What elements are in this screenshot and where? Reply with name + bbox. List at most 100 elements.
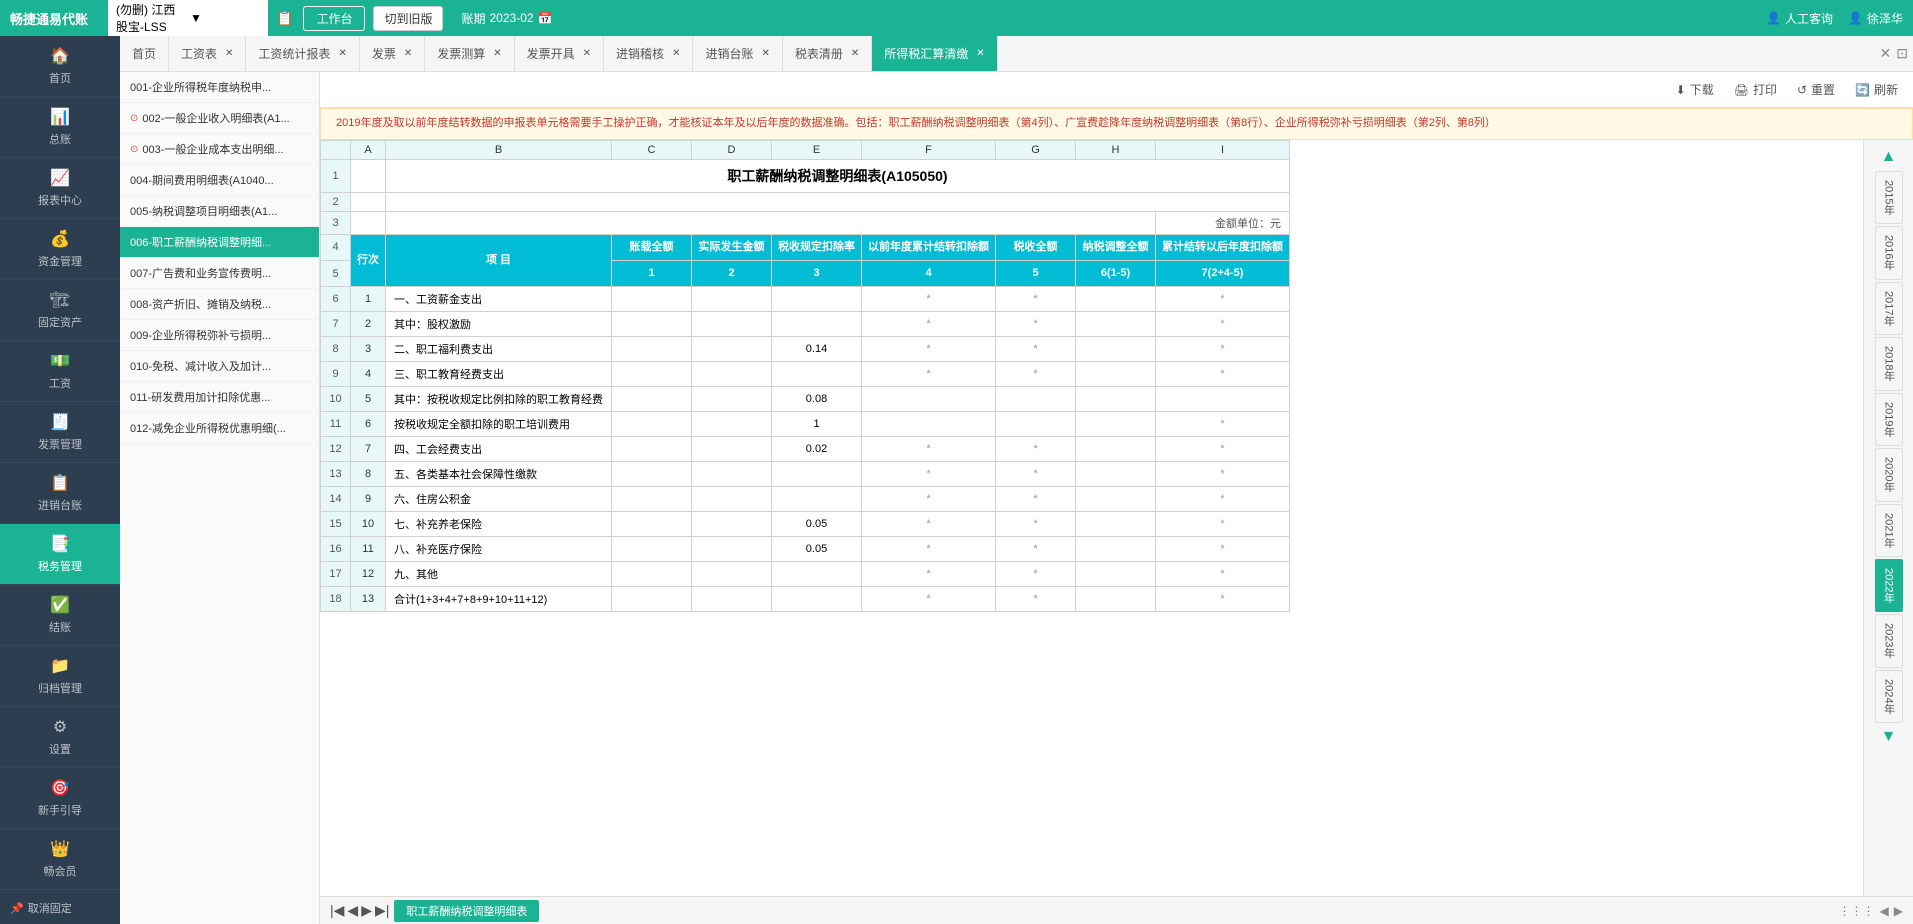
bottom-nav-first[interactable]: |◀ (330, 902, 344, 919)
bottom-nav-last[interactable]: ▶| (375, 902, 389, 919)
tab-income-tax[interactable]: 所得税汇算清缴✕ (872, 36, 997, 72)
col-header-A: A (351, 140, 386, 159)
tab-home[interactable]: 首页 (120, 36, 169, 72)
tab-purchase-verify[interactable]: 进销稽核✕ (604, 36, 693, 72)
tab-close-invoice-open[interactable]: ✕ (583, 48, 591, 59)
file-item-002[interactable]: ⊙002-一般企业收入明细表(A1... (120, 103, 319, 134)
tab-close-income-tax[interactable]: ✕ (976, 48, 984, 59)
table-row: 16 11 八、补充医疗保险 0.05 * * * (321, 537, 1290, 562)
tab-salary-report[interactable]: 工资统计报表✕ (246, 36, 359, 72)
tax-mgmt-icon: 📑 (50, 534, 70, 554)
year-item-2024[interactable]: 2024年 (1875, 670, 1903, 723)
tab-invoice-calc[interactable]: 发票测算✕ (425, 36, 514, 72)
sidebar-label-invoice-mgmt: 发票管理 (38, 436, 82, 452)
sidebar-item-member[interactable]: 👑畅会员 (0, 829, 120, 890)
sheet-options-icon[interactable]: ⋮⋮⋮ (1839, 904, 1875, 918)
guide-icon: 🎯 (50, 778, 70, 798)
sidebar-item-invoice-mgmt[interactable]: 🧾发票管理 (0, 402, 120, 463)
sidebar-item-home[interactable]: 🏠首页 (0, 36, 120, 97)
company-selector[interactable]: (勿删) 江西股宝-LSS ▼ (108, 0, 268, 38)
file-item-010[interactable]: 010-免税、减计收入及加计... (120, 351, 319, 382)
file-item-007[interactable]: 007-广告费和业务宣传费明... (120, 258, 319, 289)
file-item-005[interactable]: 005-纳税调整项目明细表(A1... (120, 196, 319, 227)
bottom-nav: |◀ ◀ ▶ ▶| (330, 902, 389, 919)
file-item-012[interactable]: 012-减免企业所得税优惠明细(... (120, 413, 319, 444)
sidebar-item-closing[interactable]: ✅结账 (0, 585, 120, 646)
tab-maximize-icon[interactable]: ⊡ (1896, 45, 1908, 62)
sidebar-label-guide: 新手引导 (38, 802, 82, 818)
year-up-button[interactable]: ▲ (1878, 145, 1900, 169)
home-icon: 🏠 (50, 46, 70, 66)
col-header-E: E (772, 140, 862, 159)
download-button[interactable]: ⬇ 下载 (1676, 81, 1714, 98)
tab-close-salary-report[interactable]: ✕ (338, 48, 346, 59)
file-item-006[interactable]: 006-职工薪酬纳税调整明细... (120, 227, 319, 258)
sidebar-item-settings[interactable]: ⚙设置 (0, 707, 120, 768)
bottom-tab-active[interactable]: 职工薪酬纳税调整明细表 (394, 900, 539, 922)
sales-ledger-icon: 📋 (50, 473, 70, 493)
bottom-nav-next[interactable]: ▶ (361, 902, 372, 919)
tab-close-purchase-verify[interactable]: ✕ (672, 48, 680, 59)
tab-close-invoice-calc[interactable]: ✕ (493, 48, 501, 59)
tabs-right: ✕ ⊡ (1880, 45, 1913, 62)
bottom-nav-prev[interactable]: ◀ (347, 902, 358, 919)
sidebar-item-sales-ledger[interactable]: 📋进销台账 (0, 463, 120, 524)
support-button[interactable]: 👤 人工客询 (1766, 10, 1833, 27)
year-down-button[interactable]: ▼ (1878, 725, 1900, 749)
print-button[interactable]: 🖨 打印 (1734, 81, 1777, 98)
switch-old-button[interactable]: 切到旧版 (373, 6, 443, 31)
file-item-004[interactable]: 004-期间费用明细表(A1040... (120, 165, 319, 196)
year-item-2018[interactable]: 2018年 (1875, 337, 1903, 390)
sidebar-item-guide[interactable]: 🎯 新手引导 (0, 768, 120, 829)
file-item-011[interactable]: 011-研发费用加计扣除优惠... (120, 382, 319, 413)
report-icon: 📈 (50, 168, 70, 188)
sidebar-item-fixed-assets[interactable]: 🏗固定资产 (0, 280, 120, 341)
sidebar-item-archive[interactable]: 📁归档管理 (0, 646, 120, 707)
sidebar-item-tax-mgmt[interactable]: 📑税务管理 (0, 524, 120, 585)
spreadsheet-container[interactable]: A B C D E F G H I (320, 140, 1863, 896)
tab-close-purchase-ledger[interactable]: ✕ (761, 48, 769, 59)
sidebar-item-assets-mgmt[interactable]: 💰资金管理 (0, 219, 120, 280)
file-item-009[interactable]: 009-企业所得税弥补亏损明... (120, 320, 319, 351)
file-item-008[interactable]: 008-资产折旧、摊销及纳税... (120, 289, 319, 320)
header-col3: 税收规定扣除率 (772, 234, 862, 260)
reset-button[interactable]: ↺ 重置 (1797, 81, 1835, 98)
tab-invoice[interactable]: 发票✕ (360, 36, 425, 72)
file-item-003[interactable]: ⊙003-一般企业成本支出明细... (120, 134, 319, 165)
year-item-2020[interactable]: 2020年 (1875, 448, 1903, 501)
calendar-icon[interactable]: 📋 (276, 10, 293, 27)
user-button[interactable]: 👤 徐泽华 (1848, 10, 1903, 27)
year-item-2023[interactable]: 2023年 (1875, 614, 1903, 667)
workspace-button[interactable]: 工作台 (303, 6, 365, 31)
sidebar-item-salary[interactable]: 💵工资 (0, 341, 120, 402)
year-item-2016[interactable]: 2016年 (1875, 226, 1903, 279)
tab-close-all-icon[interactable]: ✕ (1880, 45, 1892, 62)
cancel-fixed-button[interactable]: 📌 取消固定 (0, 892, 120, 924)
scroll-right-btn[interactable]: ▶ (1894, 904, 1903, 918)
year-item-2021[interactable]: 2021年 (1875, 504, 1903, 557)
sidebar-item-report[interactable]: 📈报表中心 (0, 158, 120, 219)
sidebar-item-ledger[interactable]: 📊总账 (0, 97, 120, 158)
refresh-button[interactable]: 🔄 刷新 (1855, 81, 1898, 98)
tab-close-tax-clear[interactable]: ✕ (851, 48, 859, 59)
tab-purchase-ledger[interactable]: 进销台账✕ (693, 36, 782, 72)
year-item-2022[interactable]: 2022年 (1875, 559, 1903, 612)
warning-text: 2019年度及取以前年度结转数据的申报表单元格需要手工操护正确，才能核证本年及以… (336, 117, 1496, 129)
tab-invoice-open[interactable]: 发票开具✕ (515, 36, 604, 72)
tab-tax-clear[interactable]: 税表清册✕ (783, 36, 872, 72)
file-label-004: 004-期间费用明细表(A1040... (130, 172, 274, 188)
scroll-left-btn[interactable]: ◀ (1880, 904, 1889, 918)
col-header-I: I (1156, 140, 1290, 159)
file-item-001[interactable]: 001-企业所得税年度纳税申... (120, 72, 319, 103)
year-item-2017[interactable]: 2017年 (1875, 282, 1903, 335)
year-item-2019[interactable]: 2019年 (1875, 393, 1903, 446)
tab-close-invoice[interactable]: ✕ (404, 48, 412, 59)
pin-icon: 📌 (10, 902, 24, 915)
tab-salary[interactable]: 工资表✕ (169, 36, 246, 72)
table-row: 10 5 其中：按税收规定比例扣除的职工教育经费 0.08 (321, 387, 1290, 412)
member-icon: 👑 (50, 839, 70, 859)
year-item-2015[interactable]: 2015年 (1875, 171, 1903, 224)
header-col2: 实际发生金额 (692, 234, 772, 260)
tab-close-salary[interactable]: ✕ (225, 48, 233, 59)
unit-cell: 金额单位：元 (1156, 211, 1290, 234)
